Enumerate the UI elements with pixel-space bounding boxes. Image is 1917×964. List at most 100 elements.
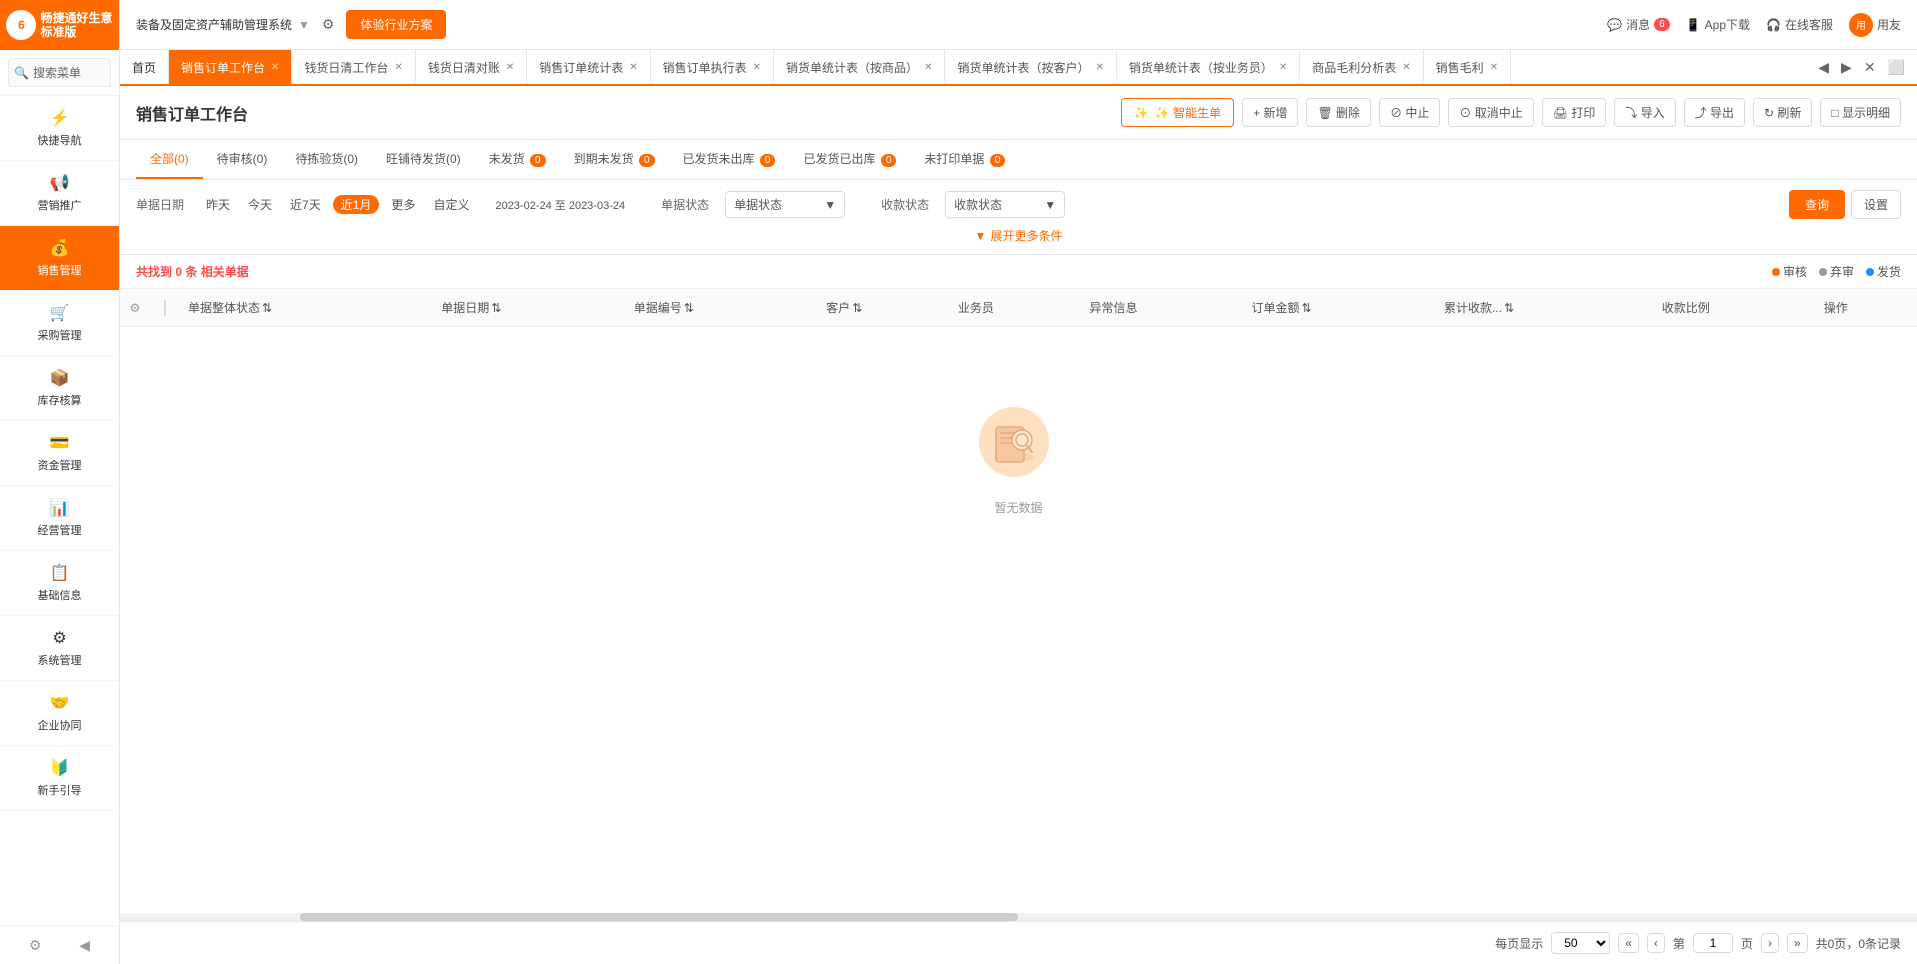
sort-status[interactable]: 单据整体状态 ⇅ <box>188 299 425 316</box>
sidebar-item-marketing[interactable]: 📢 营销推广 <box>0 161 119 226</box>
tab-sales-order-stats[interactable]: 销售订单统计表 ✕ <box>527 50 650 84</box>
sidebar-item-operation[interactable]: 📊 经营管理 <box>0 486 119 551</box>
user-menu[interactable]: 用 用友 <box>1849 13 1901 37</box>
app-download-button[interactable]: 📱 App下载 <box>1686 16 1750 33</box>
finance-icon: 💳 <box>50 433 70 453</box>
sub-tab-wangpu-ship[interactable]: 旺铺待发货(0) <box>372 140 475 179</box>
first-page-button[interactable]: « <box>1618 933 1639 953</box>
sidebar-item-quick-nav[interactable]: ⚡ 快捷导航 <box>0 96 119 161</box>
sidebar-item-purchase[interactable]: 🛒 采购管理 <box>0 291 119 356</box>
ai-icon: ✨ <box>1134 106 1149 120</box>
review-action[interactable]: 审核 <box>1772 263 1807 280</box>
tab-sales-stats-customer-close[interactable]: ✕ <box>1095 62 1103 73</box>
tab-product-margin-close[interactable]: ✕ <box>1402 62 1410 73</box>
collapse-sidebar-button[interactable]: ◀ <box>79 937 90 954</box>
horizontal-scrollbar[interactable] <box>120 913 1917 921</box>
topbar-settings-icon[interactable]: ⚙ <box>322 16 335 33</box>
next-page-button[interactable]: › <box>1761 933 1779 953</box>
settings-bottom-button[interactable]: ⚙ <box>29 937 42 954</box>
date-7days[interactable]: 近7天 <box>284 194 327 215</box>
search-menu-button[interactable]: 🔍 搜索菜单 <box>8 58 111 87</box>
add-button[interactable]: + 新增 <box>1242 98 1298 127</box>
date-today[interactable]: 今天 <box>242 194 278 215</box>
sub-tab-not-shipped[interactable]: 未发货 0 <box>475 140 560 179</box>
date-yesterday[interactable]: 昨天 <box>200 194 236 215</box>
tab-sales-stats-product-close[interactable]: ✕ <box>924 62 932 73</box>
tab-home[interactable]: 首页 <box>120 50 169 84</box>
select-all-checkbox[interactable] <box>164 300 166 316</box>
tab-sales-profit[interactable]: 销售毛利 ✕ <box>1424 50 1511 84</box>
sidebar-item-enterprise[interactable]: 🤝 企业协同 <box>0 681 119 746</box>
sidebar-item-finance[interactable]: 💳 资金管理 <box>0 421 119 486</box>
sub-tab-all[interactable]: 全部(0) <box>136 140 203 179</box>
sub-tab-shipped-out[interactable]: 已发货已出库 0 <box>789 140 910 179</box>
export-button[interactable]: ⤴ 导出 <box>1684 98 1745 127</box>
payment-filter-select[interactable]: 收款状态 ▼ <box>945 191 1065 218</box>
tab-cash-daily-close[interactable]: ✕ <box>394 62 402 73</box>
delete-button[interactable]: 🗑 删除 <box>1306 98 1371 127</box>
th-settings[interactable]: ⚙ <box>120 289 150 327</box>
ai-generate-button[interactable]: ✨ ✨ 智能生单 <box>1121 98 1234 127</box>
sidebar-item-inventory[interactable]: 📦 库存核算 <box>0 356 119 421</box>
cancel-stop-button[interactable]: ⊙ 取消中止 <box>1448 98 1533 127</box>
sort-number[interactable]: 单据编号 ⇅ <box>634 299 810 316</box>
date-more[interactable]: 更多 <box>385 194 421 215</box>
sort-amount[interactable]: 订单金额 ⇅ <box>1251 299 1427 316</box>
operation-label: 经营管理 <box>38 522 82 538</box>
sidebar-item-guide[interactable]: 🔰 新手引导 <box>0 746 119 811</box>
tab-sales-order-close[interactable]: ✕ <box>271 62 279 73</box>
tab-sales-profit-close[interactable]: ✕ <box>1490 62 1498 73</box>
anti-review-action[interactable]: 弃审 <box>1819 263 1854 280</box>
last-page-button[interactable]: » <box>1787 933 1808 953</box>
industry-solution-button[interactable]: 体验行业方案 <box>346 10 446 39</box>
sub-tab-expired-ship[interactable]: 到期未发货 0 <box>560 140 669 179</box>
sub-tab-pending-check[interactable]: 待拣验货(0) <box>281 140 372 179</box>
online-service-button[interactable]: 🎧 在线客服 <box>1766 16 1833 33</box>
sidebar-item-system[interactable]: ⚙ 系统管理 <box>0 616 119 681</box>
tab-sales-stats-close[interactable]: ✕ <box>629 62 637 73</box>
sub-tab-not-printed[interactable]: 未打印单据 0 <box>910 140 1019 179</box>
message-button[interactable]: 💬 消息 6 <box>1607 16 1670 33</box>
date-custom[interactable]: 自定义 <box>427 194 475 215</box>
tab-sales-exec-close[interactable]: ✕ <box>753 62 761 73</box>
ship-action[interactable]: 发货 <box>1866 263 1901 280</box>
refresh-button[interactable]: ↻ 刷新 <box>1753 98 1812 127</box>
tab-sales-stats-staff[interactable]: 销货单统计表（按业务员） ✕ <box>1117 50 1300 84</box>
tab-cash-reconcile[interactable]: 钱货日清对账 ✕ <box>416 50 527 84</box>
column-settings-icon[interactable]: ⚙ <box>130 301 141 315</box>
tab-maximize-button[interactable]: ⬜ <box>1884 57 1909 78</box>
detail-toggle-button[interactable]: □ 显示明细 <box>1820 98 1901 127</box>
tab-sales-order-exec[interactable]: 销售订单执行表 ✕ <box>651 50 774 84</box>
scrollbar-thumb[interactable] <box>300 913 1019 921</box>
tab-sales-stats-product[interactable]: 销货单统计表（按商品） ✕ <box>774 50 945 84</box>
tab-product-margin[interactable]: 商品毛利分析表 ✕ <box>1300 50 1423 84</box>
settings-button[interactable]: 设置 <box>1851 190 1901 219</box>
tab-cash-daily[interactable]: 钱货日清工作台 ✕ <box>292 50 415 84</box>
print-button[interactable]: 🖨 打印 <box>1542 98 1607 127</box>
stop-button[interactable]: ⊘ 中止 <box>1379 98 1440 127</box>
expand-more-conditions-button[interactable]: ▼ 展开更多条件 <box>975 227 1063 244</box>
th-checkbox[interactable] <box>150 289 180 327</box>
tab-sales-stats-customer[interactable]: 销货单统计表（按客户） ✕ <box>945 50 1116 84</box>
page-number-input[interactable] <box>1693 933 1733 953</box>
sub-tab-shipped-not-out[interactable]: 已发货未出库 0 <box>669 140 790 179</box>
sort-customer[interactable]: 客户 ⇅ <box>826 299 942 316</box>
tab-close-all-button[interactable]: ✕ <box>1860 57 1880 78</box>
import-button[interactable]: ⤵ 导入 <box>1614 98 1675 127</box>
tab-next-button[interactable]: ▶ <box>1837 57 1856 78</box>
query-button[interactable]: 查询 <box>1789 190 1845 219</box>
tab-cash-reconcile-close[interactable]: ✕ <box>506 62 514 73</box>
sort-date[interactable]: 单据日期 ⇅ <box>441 299 617 316</box>
tab-sales-stats-staff-close[interactable]: ✕ <box>1279 62 1287 73</box>
page-size-select[interactable]: 50 10 20 100 <box>1551 932 1610 954</box>
date-1month[interactable]: 近1月 <box>333 195 380 214</box>
empty-row: 暂无数据 <box>120 327 1917 597</box>
tab-sales-order-workbench[interactable]: 销售订单工作台 ✕ <box>169 50 292 84</box>
sort-collected[interactable]: 累计收款... ⇅ <box>1444 299 1646 316</box>
prev-page-button[interactable]: ‹ <box>1647 933 1665 953</box>
sub-tab-pending-review[interactable]: 待审核(0) <box>203 140 282 179</box>
sidebar-item-basic[interactable]: 📋 基础信息 <box>0 551 119 616</box>
tab-prev-button[interactable]: ◀ <box>1814 57 1833 78</box>
status-filter-select[interactable]: 单据状态 ▼ <box>725 191 845 218</box>
sidebar-item-sales[interactable]: 💰 销售管理 <box>0 226 119 291</box>
